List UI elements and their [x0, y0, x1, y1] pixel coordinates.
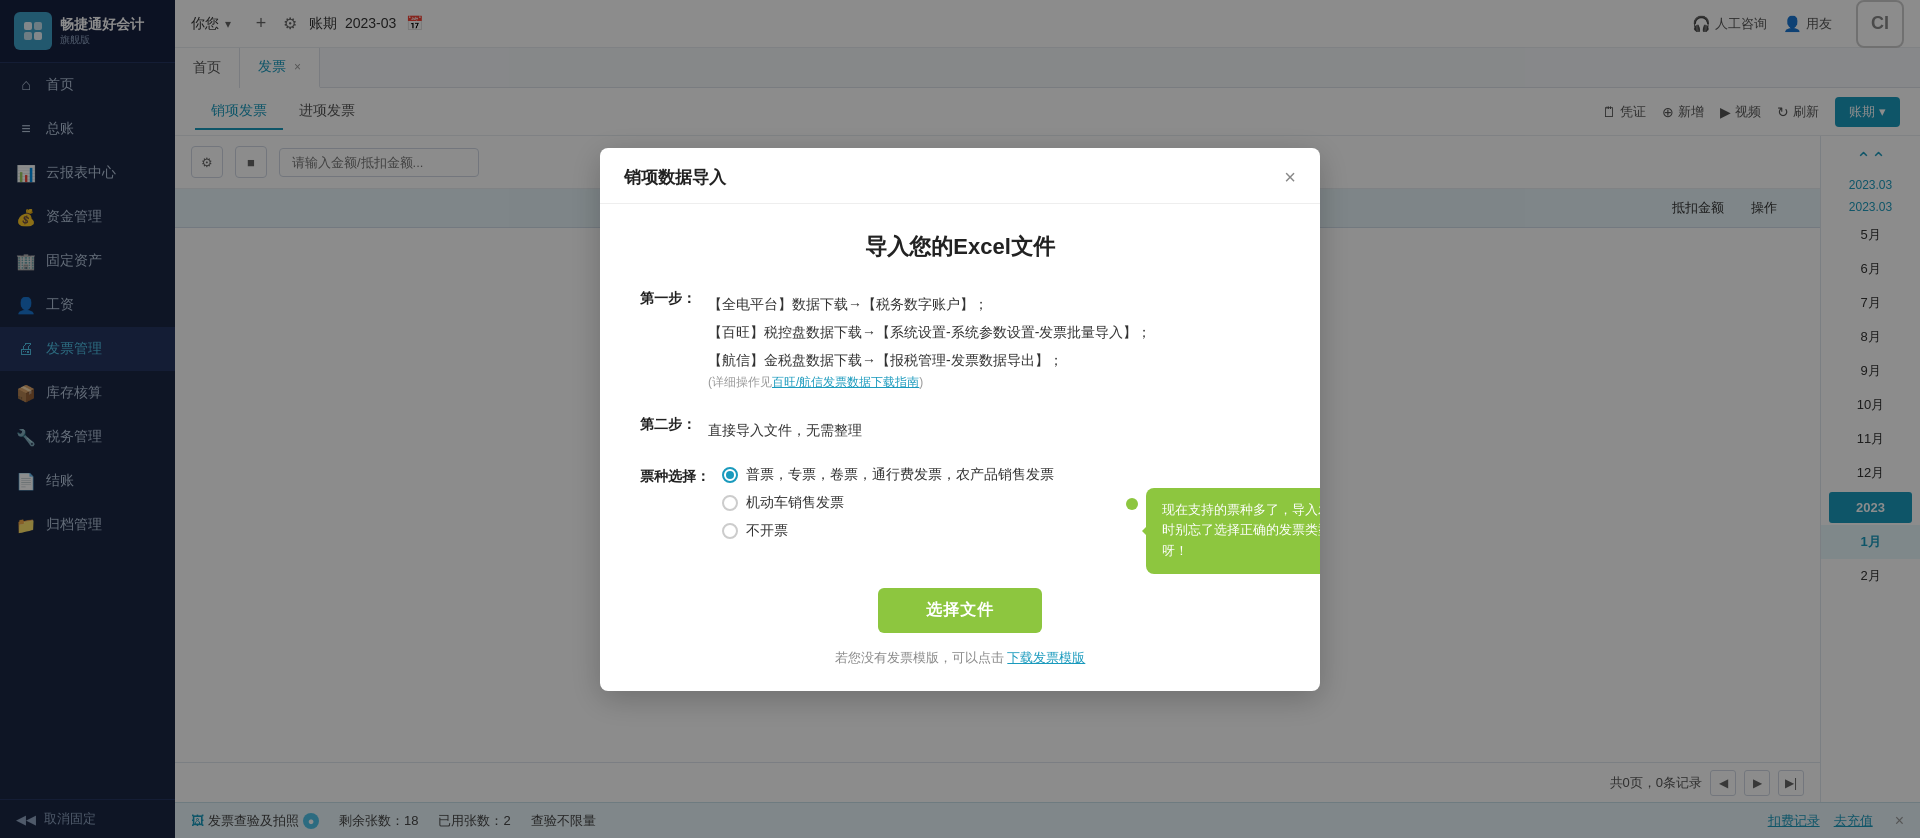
import-modal: 销项数据导入 × 导入您的Excel文件 第一步： 【全电平台】数据下载→【税务…	[600, 148, 1320, 691]
tooltip-bubble: × 现在支持的票种多了，导入发票时别忘了选择正确的发票类型呀！	[1146, 488, 1320, 574]
radio-normal-label: 普票，专票，卷票，通行费发票，农产品销售发票	[746, 466, 1054, 484]
modal-header: 销项数据导入 ×	[600, 148, 1320, 204]
radio-normal[interactable]: 普票，专票，卷票，通行费发票，农产品销售发票	[722, 466, 1054, 484]
tooltip-dot	[1126, 498, 1138, 510]
step1-line2: 【百旺】税控盘数据下载→【系统设置-系统参数设置-发票批量导入】；	[708, 318, 1151, 346]
step1-line1: 【全电平台】数据下载→【税务数字账户】；	[708, 290, 1151, 318]
radio-normal-circle	[722, 467, 738, 483]
modal-step1: 第一步： 【全电平台】数据下载→【税务数字账户】； 【百旺】税控盘数据下载→【系…	[640, 290, 1280, 394]
step1-detail-link[interactable]: 百旺/航信发票数据下载指南	[772, 375, 919, 389]
step1-content: 【全电平台】数据下载→【税务数字账户】； 【百旺】税控盘数据下载→【系统设置-系…	[708, 290, 1151, 394]
radio-noticket-circle	[722, 523, 738, 539]
modal-close-btn[interactable]: ×	[1284, 167, 1296, 187]
ticket-label: 票种选择：	[640, 466, 710, 486]
ticket-selection: 票种选择： 普票，专票，卷票，通行费发票，农产品销售发票 机动车销售发票	[640, 466, 1280, 564]
radio-noticket-label: 不开票	[746, 522, 788, 540]
modal-body: 导入您的Excel文件 第一步： 【全电平台】数据下载→【税务数字账户】； 【百…	[600, 204, 1320, 691]
tooltip-text: 现在支持的票种多了，导入发票时别忘了选择正确的发票类型呀！	[1162, 502, 1320, 559]
modal-title: 销项数据导入	[624, 166, 726, 189]
select-file-btn[interactable]: 选择文件	[878, 588, 1042, 633]
footer-text: 若您没有发票模版，可以点击	[835, 650, 1004, 665]
step2-content: 直接导入文件，无需整理	[708, 416, 862, 444]
radio-noticket[interactable]: 不开票	[722, 522, 1054, 540]
radio-group: 普票，专票，卷票，通行费发票，农产品销售发票 机动车销售发票 不开票	[722, 466, 1054, 550]
modal-overlay: 销项数据导入 × 导入您的Excel文件 第一步： 【全电平台】数据下载→【税务…	[0, 0, 1920, 838]
download-template-link[interactable]: 下载发票模版	[1007, 650, 1085, 665]
radio-normal-dot	[726, 471, 734, 479]
tooltip-anchor: × 现在支持的票种多了，导入发票时别忘了选择正确的发票类型呀！	[1126, 498, 1138, 514]
step2-label: 第二步：	[640, 416, 696, 434]
radio-motor-circle	[722, 495, 738, 511]
modal-footer: 若您没有发票模版，可以点击 下载发票模版	[640, 649, 1280, 667]
modal-step2: 第二步： 直接导入文件，无需整理	[640, 416, 1280, 444]
step1-label: 第一步：	[640, 290, 696, 308]
radio-motor[interactable]: 机动车销售发票	[722, 494, 1054, 512]
radio-motor-label: 机动车销售发票	[746, 494, 844, 512]
modal-big-title: 导入您的Excel文件	[640, 232, 1280, 262]
